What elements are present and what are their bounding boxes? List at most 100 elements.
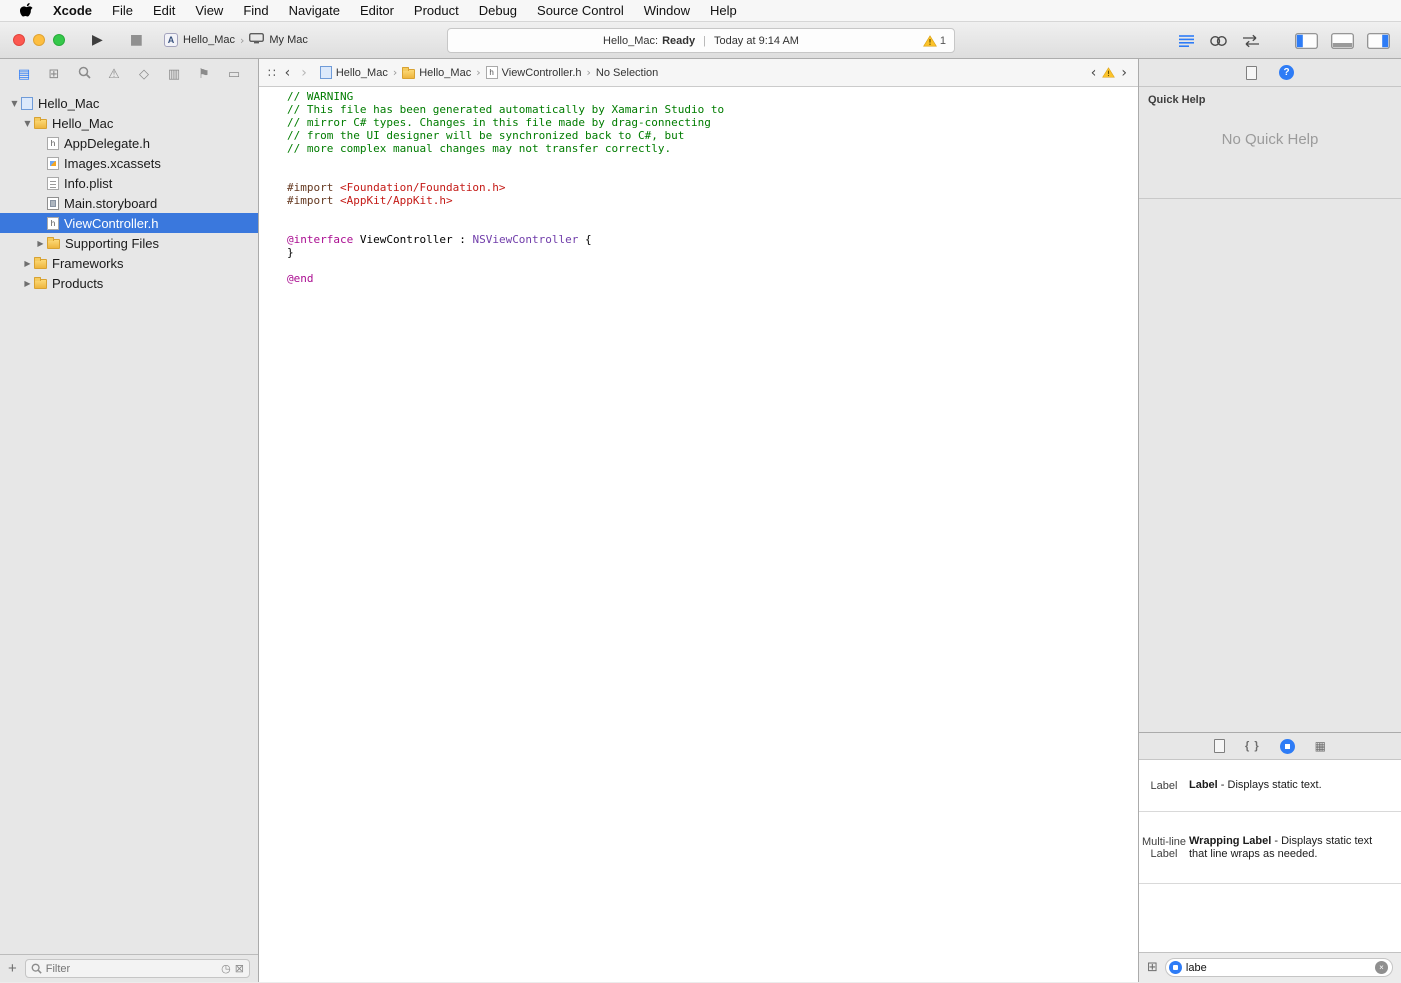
- file-row-appdelegate-h[interactable]: h AppDelegate.h: [0, 133, 258, 153]
- disclosure-triangle-icon[interactable]: ▶: [34, 239, 47, 248]
- file-row-viewcontroller-h[interactable]: h ViewController.h: [0, 213, 258, 233]
- apple-menu-icon[interactable]: [10, 3, 43, 18]
- report-navigator-icon[interactable]: ▭: [225, 68, 243, 81]
- media-library-icon[interactable]: ▦: [1315, 740, 1326, 752]
- unsaved-files-filter-icon[interactable]: ⊠: [235, 963, 244, 974]
- add-file-button[interactable]: +: [8, 961, 17, 976]
- assistant-editor-button[interactable]: [1209, 34, 1228, 48]
- breadcrumb-item-hello-mac[interactable]: Hello_Mac: [319, 66, 388, 79]
- menu-item-window[interactable]: Window: [634, 3, 700, 18]
- menu-item-source-control[interactable]: Source Control: [527, 3, 634, 18]
- code-snippet-library-icon[interactable]: { }: [1245, 740, 1260, 752]
- menu-item-find[interactable]: Find: [233, 3, 278, 18]
- object-library-icon[interactable]: [1279, 738, 1295, 754]
- folder-file-icon: [402, 66, 416, 79]
- code-line: // mirror C# types. Changes in this file…: [287, 116, 711, 129]
- file-label: Supporting Files: [65, 235, 159, 251]
- file-label: Hello_Mac: [52, 115, 114, 131]
- file-row-supporting-files[interactable]: ▶ Supporting Files: [0, 233, 258, 253]
- menu-item-navigate[interactable]: Navigate: [279, 3, 350, 18]
- library-item-description: Label - Displays static text.: [1189, 779, 1322, 791]
- library-search-input[interactable]: [1185, 961, 1371, 974]
- forward-button[interactable]: ›: [299, 66, 309, 80]
- toggle-utilities-button[interactable]: [1367, 32, 1390, 49]
- library-tab-bar: { } ▦: [1139, 733, 1401, 760]
- disclosure-triangle-icon[interactable]: ▼: [8, 99, 21, 108]
- disclosure-triangle-icon[interactable]: ▼: [21, 119, 34, 128]
- library-grid-view-icon[interactable]: ⊞: [1147, 961, 1158, 974]
- disclosure-triangle-icon[interactable]: ▶: [21, 259, 34, 268]
- code-line: @end: [287, 272, 314, 285]
- library-item-label[interactable]: Label Label - Displays static text.: [1139, 760, 1401, 812]
- standard-editor-button[interactable]: [1177, 34, 1196, 48]
- breakpoint-navigator-icon[interactable]: ⚑: [195, 68, 213, 81]
- breadcrumb-item-no-selection[interactable]: No Selection: [596, 67, 658, 79]
- quick-help-inspector-icon[interactable]: ?: [1279, 65, 1294, 80]
- navigator-tab-bar: ▤ ⊞ ⚠ ◇ ▥ ⚑ ▭: [0, 59, 258, 89]
- library-item-wrapping-label[interactable]: Multi-line Label Wrapping Label - Display…: [1139, 812, 1401, 884]
- h-file-icon: h: [47, 216, 59, 230]
- symbol-navigator-icon[interactable]: ⊞: [45, 68, 63, 81]
- file-row-products[interactable]: ▶ Products: [0, 273, 258, 293]
- toolbar: ▶ ■ A Hello_Mac › My Mac Hello_Mac: Read…: [0, 22, 1401, 59]
- breadcrumb-item-viewcontroller-h[interactable]: h ViewController.h: [485, 66, 582, 79]
- filter-input[interactable]: [45, 962, 218, 975]
- debug-navigator-icon[interactable]: ▥: [165, 68, 183, 81]
- file-row-images-xcassets[interactable]: Images.xcassets: [0, 153, 258, 173]
- clear-search-icon[interactable]: ×: [1375, 961, 1388, 974]
- close-window-button[interactable]: [13, 34, 25, 46]
- breadcrumb-label: No Selection: [595, 66, 659, 79]
- folder-file-icon: [47, 237, 60, 249]
- code-line: #import <Foundation/Foundation.h>: [287, 181, 506, 194]
- next-issue-button[interactable]: ›: [1119, 66, 1129, 80]
- toggle-debug-area-button[interactable]: [1331, 32, 1354, 49]
- navigator-filter-field[interactable]: ◷ ⊠: [24, 959, 250, 978]
- warning-icon: [922, 34, 937, 46]
- menu-item-product[interactable]: Product: [404, 3, 469, 18]
- find-navigator-icon[interactable]: [75, 66, 93, 82]
- menu-item-file[interactable]: File: [102, 3, 143, 18]
- jump-bar: ∷ ‹ › Hello_Mac › Hello_Mac › h ViewControlle…: [259, 59, 1138, 87]
- menu-item-debug[interactable]: Debug: [469, 3, 527, 18]
- breadcrumb-item-hello-mac[interactable]: Hello_Mac: [402, 66, 471, 79]
- file-row-frameworks[interactable]: ▶ Frameworks: [0, 253, 258, 273]
- related-items-icon[interactable]: ∷: [268, 67, 276, 79]
- library-item-label: Multi-line Label: [1142, 835, 1187, 860]
- source-code-editor[interactable]: // WARNING// This file has been generate…: [259, 87, 1138, 982]
- menu-item-help[interactable]: Help: [700, 3, 747, 18]
- library-pane: { } ▦ Label Label - Displays static text.…: [1139, 732, 1401, 982]
- test-navigator-icon[interactable]: ◇: [135, 68, 153, 81]
- issue-navigator-icon[interactable]: ⚠: [105, 68, 123, 81]
- zoom-window-button[interactable]: [53, 34, 65, 46]
- project-navigator-icon[interactable]: ▤: [15, 68, 33, 81]
- minimize-window-button[interactable]: [33, 34, 45, 46]
- file-row-main-storyboard[interactable]: Main.storyboard: [0, 193, 258, 213]
- file-row-info-plist[interactable]: Info.plist: [0, 173, 258, 193]
- menu-item-view[interactable]: View: [185, 3, 233, 18]
- status-separator: |: [703, 34, 706, 47]
- breadcrumb-label: Hello_Mac: [335, 66, 388, 79]
- disclosure-triangle-icon[interactable]: ▶: [21, 279, 34, 288]
- warning-badge[interactable]: 1: [922, 34, 946, 47]
- run-button[interactable]: ▶: [92, 33, 103, 47]
- file-template-library-icon[interactable]: [1214, 739, 1226, 753]
- file-inspector-icon[interactable]: [1246, 65, 1257, 80]
- mac-icon: [249, 32, 265, 47]
- back-button[interactable]: ‹: [283, 66, 293, 80]
- library-search-field[interactable]: ×: [1164, 958, 1393, 977]
- menu-item-xcode[interactable]: Xcode: [43, 3, 102, 18]
- previous-issue-button[interactable]: ‹: [1089, 66, 1099, 80]
- menu-item-edit[interactable]: Edit: [143, 3, 185, 18]
- file-row-hello-mac[interactable]: ▼ Hello_Mac: [0, 93, 258, 113]
- toggle-navigator-button[interactable]: [1295, 32, 1318, 49]
- stop-button[interactable]: ■: [130, 33, 143, 47]
- menu-item-editor[interactable]: Editor: [350, 3, 404, 18]
- scheme-selector[interactable]: A Hello_Mac › My Mac: [164, 32, 308, 47]
- recent-files-filter-icon[interactable]: ◷: [221, 963, 231, 974]
- issue-stepper: ‹ ›: [1089, 66, 1129, 80]
- breadcrumb-separator-icon: ›: [476, 66, 481, 79]
- file-row-hello-mac[interactable]: ▼ Hello_Mac: [0, 113, 258, 133]
- xcode-app-icon: A: [164, 33, 179, 47]
- version-editor-button[interactable]: [1241, 34, 1261, 48]
